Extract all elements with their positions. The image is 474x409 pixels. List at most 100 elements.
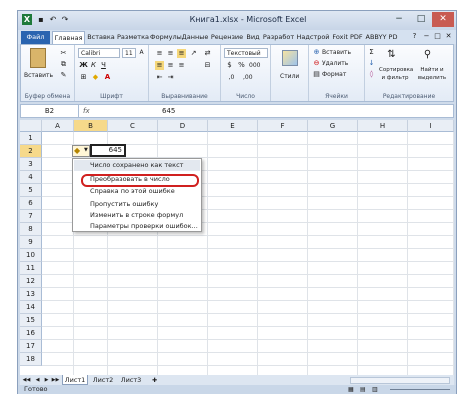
fx-button[interactable]: fx [83, 106, 157, 116]
format-painter-icon[interactable]: ✎ [59, 71, 68, 80]
save-icon[interactable]: ▪ [36, 14, 46, 25]
font-color-icon[interactable]: A [103, 73, 112, 82]
menu-item-edit-in-formula-bar[interactable]: Изменить в строке формул [74, 210, 200, 221]
tab-view[interactable]: Вид [245, 31, 261, 44]
error-indicator-button[interactable]: ◆ ▼ [72, 145, 90, 157]
bold-button[interactable]: Ж [79, 61, 88, 70]
number-format-select[interactable]: Текстовый [224, 48, 268, 58]
fx-label[interactable]: fx [83, 107, 90, 115]
delete-cells-button[interactable]: Удалить [322, 59, 348, 68]
row-header-8[interactable]: 8 [20, 223, 42, 236]
tab-developer[interactable]: Разработ [262, 31, 295, 44]
column-header-h[interactable]: H [358, 120, 408, 132]
delete-cells-icon[interactable]: ⊖ [312, 59, 321, 68]
paste-icon[interactable] [30, 48, 46, 68]
redo-icon[interactable]: ↷ [60, 14, 70, 25]
row-header-18[interactable]: 18 [20, 353, 42, 366]
borders-icon[interactable]: ⊞ [79, 73, 88, 82]
tab-insert[interactable]: Вставка [86, 31, 116, 44]
row-header-5[interactable]: 5 [20, 184, 42, 197]
grow-font-icon[interactable]: A [137, 48, 146, 57]
sheet-tab-2[interactable]: Лист2 [90, 375, 116, 385]
row-header-16[interactable]: 16 [20, 327, 42, 340]
name-box[interactable]: B2 [21, 105, 79, 117]
copy-icon[interactable]: ⧉ [59, 60, 68, 69]
column-header-c[interactable]: C [108, 120, 158, 132]
fill-icon[interactable]: ↓ [367, 59, 376, 68]
column-header-g[interactable]: G [308, 120, 358, 132]
zoom-slider[interactable] [390, 389, 450, 390]
menu-item-ignore-error[interactable]: Пропустить ошибку [74, 199, 200, 210]
orientation-icon[interactable]: ↗ [189, 49, 198, 58]
column-header-d[interactable]: D [158, 120, 208, 132]
comma-style-icon[interactable]: 000 [249, 61, 260, 70]
first-sheet-icon[interactable]: ◀◀ [22, 376, 31, 385]
cut-icon[interactable]: ✂ [59, 49, 68, 58]
autosum-icon[interactable]: Σ [367, 48, 376, 57]
sheet-tab-3[interactable]: Лист3 [118, 375, 144, 385]
normal-view-icon[interactable]: ▦ [348, 385, 354, 394]
increase-indent-icon[interactable]: ⇥ [166, 73, 175, 82]
help-icon[interactable]: ? [410, 32, 419, 41]
row-header-12[interactable]: 12 [20, 275, 42, 288]
column-header-a[interactable]: A [42, 120, 74, 132]
page-break-icon[interactable]: ▥ [372, 385, 378, 394]
wrap-text-icon[interactable]: ⇄ [203, 49, 212, 58]
insert-cells-icon[interactable]: ⊕ [312, 48, 321, 57]
menu-item-error-checking-options[interactable]: Параметры проверки ошибок... [74, 221, 200, 232]
increase-decimal-icon[interactable]: ,0 [227, 73, 236, 82]
row-header-10[interactable]: 10 [20, 249, 42, 262]
align-center-icon[interactable]: ≡ [166, 61, 175, 70]
tab-review[interactable]: Рецензие [210, 31, 244, 44]
tab-formulas[interactable]: Формулы [150, 31, 182, 44]
align-bottom-icon[interactable]: ≡ [177, 49, 186, 58]
sort-filter-icon[interactable]: ⇅ [387, 50, 396, 62]
column-header-f[interactable]: F [258, 120, 308, 132]
format-cells-button[interactable]: Формат [322, 70, 346, 79]
menu-item-error-help[interactable]: Справка по этой ошибке [74, 186, 200, 197]
currency-icon[interactable]: $ [225, 61, 234, 70]
insert-cells-button[interactable]: Вставить [322, 48, 351, 57]
row-header-6[interactable]: 6 [20, 197, 42, 210]
ribbon-minimize-icon[interactable]: − [422, 32, 431, 41]
styles-button[interactable]: Стили [280, 72, 299, 81]
underline-button[interactable]: Ч [99, 61, 108, 70]
font-name-select[interactable]: Calibri [78, 48, 120, 58]
find-select-icon[interactable]: ⚲ [423, 50, 432, 62]
select-all-corner[interactable] [20, 120, 42, 132]
last-sheet-icon[interactable]: ▶▶ [51, 376, 60, 385]
tab-home[interactable]: Главная [52, 31, 85, 44]
row-header-17[interactable]: 17 [20, 340, 42, 353]
ribbon-restore-icon[interactable]: □ [433, 32, 442, 41]
column-header-i[interactable]: I [408, 120, 454, 132]
align-right-icon[interactable]: ≡ [177, 61, 186, 70]
excel-icon[interactable]: X [22, 14, 32, 25]
next-sheet-icon[interactable]: ▶ [42, 376, 51, 385]
sort-filter-button[interactable]: Сортировка и фильтр [379, 66, 413, 82]
tab-file[interactable]: Файл [21, 31, 50, 44]
tab-foxit-pdf[interactable]: Foxit PDF [331, 31, 364, 44]
worksheet-grid[interactable]: ABCDEFGHI 1 2 3 4 5 6 7 8 9 10 11 12 13 14 15 16 17 18 64… [20, 120, 454, 375]
row-header-14[interactable]: 14 [20, 301, 42, 314]
paste-button[interactable]: Вставить [24, 71, 53, 80]
close-button[interactable]: ✕ [432, 12, 454, 27]
formula-input[interactable]: 645 [162, 105, 175, 117]
tab-data[interactable]: Данные [181, 31, 209, 44]
decrease-indent-icon[interactable]: ⇤ [155, 73, 164, 82]
align-middle-icon[interactable]: ≡ [166, 49, 175, 58]
italic-button[interactable]: К [89, 61, 98, 70]
undo-icon[interactable]: ↶ [48, 14, 58, 25]
font-size-select[interactable]: 11 [122, 48, 136, 58]
percent-icon[interactable]: % [237, 61, 246, 70]
page-layout-icon[interactable]: ▤ [360, 385, 366, 394]
column-header-b[interactable]: B [74, 120, 108, 132]
find-select-button[interactable]: Найти и выделить [415, 66, 449, 82]
align-left-icon[interactable]: ≡ [155, 61, 164, 70]
styles-icon[interactable] [282, 50, 298, 66]
prev-sheet-icon[interactable]: ◀ [33, 376, 42, 385]
fill-color-icon[interactable]: ◆ [91, 73, 100, 82]
row-header-11[interactable]: 11 [20, 262, 42, 275]
row-header-4[interactable]: 4 [20, 171, 42, 184]
row-header-2[interactable]: 2 [20, 145, 42, 158]
row-header-13[interactable]: 13 [20, 288, 42, 301]
